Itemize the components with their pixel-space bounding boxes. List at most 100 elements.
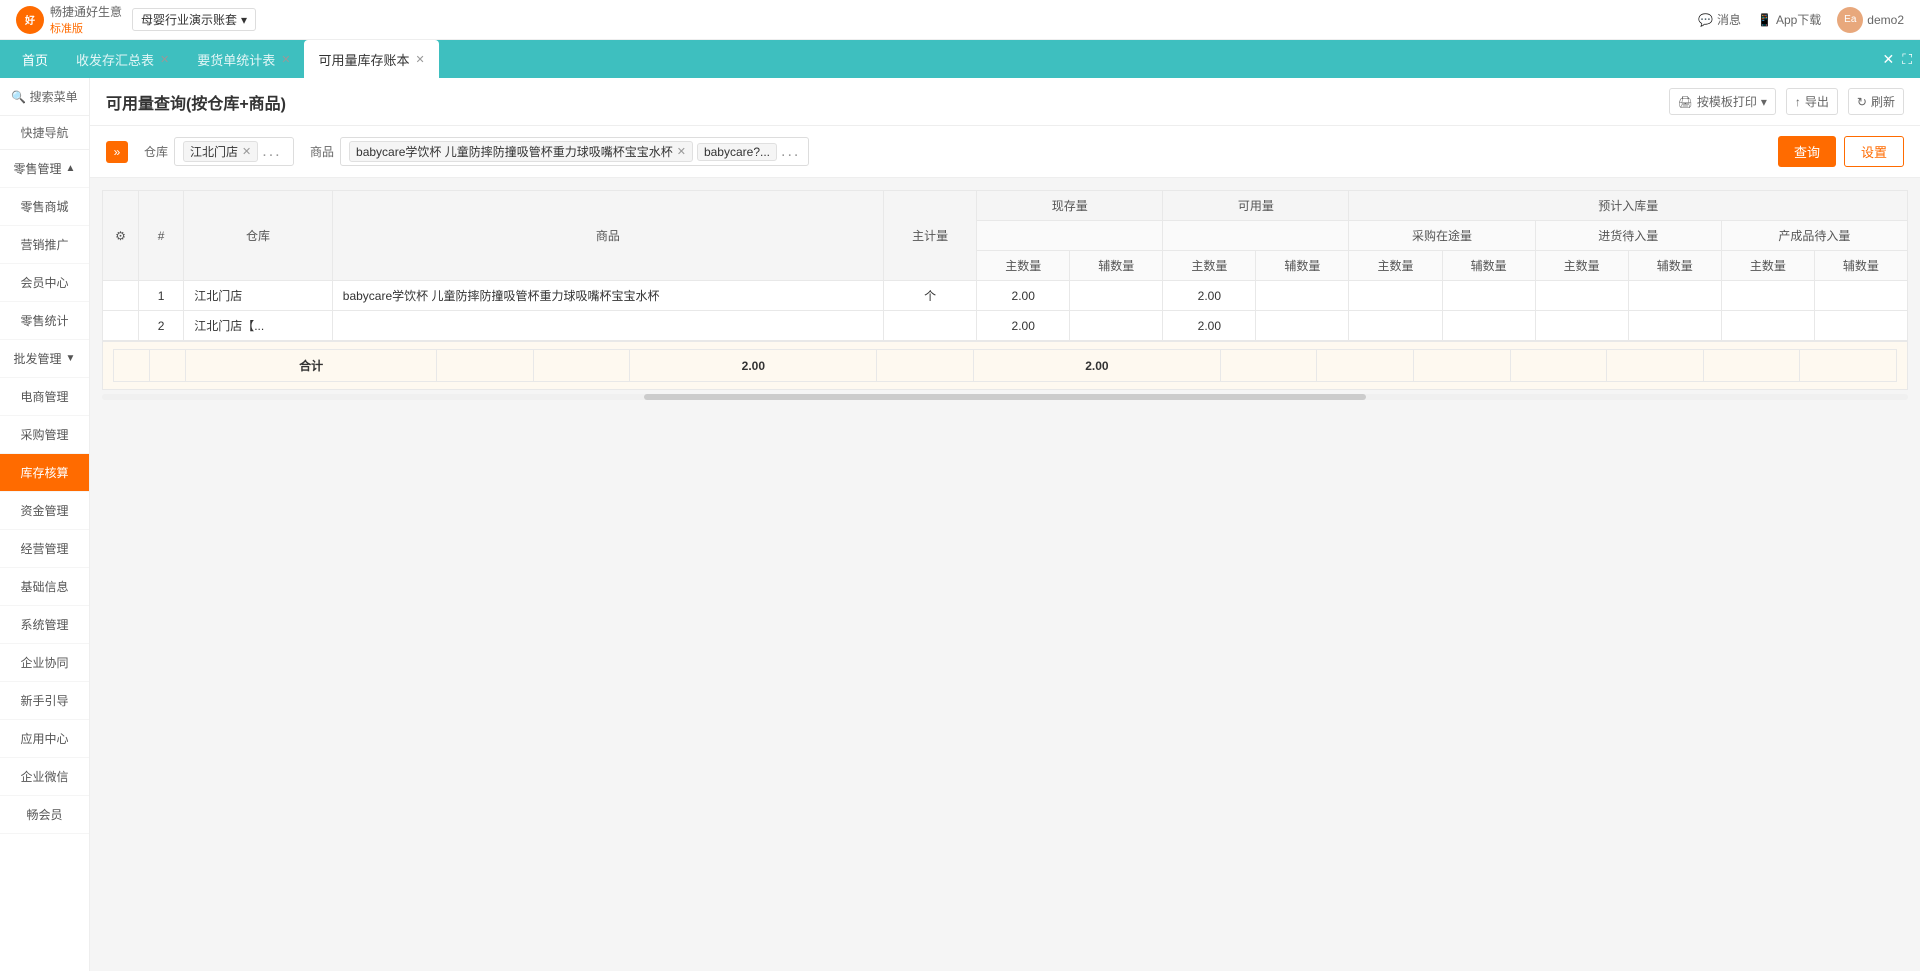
- row-product-main-1: [1721, 311, 1814, 341]
- tab-orders-close[interactable]: ✕: [281, 53, 290, 66]
- tab-available[interactable]: 可用量库存账本 ✕: [304, 40, 438, 78]
- row-available-aux-1: [1256, 311, 1349, 341]
- nav-tabs: 首页 收发存汇总表 ✕ 要货单统计表 ✕ 可用量库存账本 ✕ ✕ ⛶: [0, 40, 1920, 78]
- row-product-0: babycare学饮杯 儿童防摔防撞吸管杯重力球吸嘴杯宝宝水杯: [332, 281, 883, 311]
- col-available-header: 可用量: [1163, 191, 1349, 221]
- filter-more-dots[interactable]: ...: [262, 143, 281, 161]
- chevron-icon: ▲: [66, 163, 76, 174]
- tab-orders[interactable]: 要货单统计表 ✕: [183, 40, 304, 78]
- query-button[interactable]: 查询: [1778, 136, 1836, 167]
- sidebar-item-ops[interactable]: 经营管理: [0, 530, 89, 568]
- sidebar-item-ops-label: 经营管理: [20, 540, 68, 557]
- sidebar-search[interactable]: 🔍 搜索菜单: [0, 78, 89, 116]
- page-actions: 🖨 按模板打印 ▾ ↑ 导出 ↻ 刷新: [1669, 88, 1904, 115]
- app-download-btn[interactable]: 📱 App下载: [1757, 11, 1821, 28]
- current-sub-header: [977, 221, 1163, 251]
- search-icon: 🔍: [11, 90, 26, 104]
- product-tag-1: babycare学饮杯 儿童防摔防撞吸管杯重力球吸嘴杯宝宝水杯 ✕: [349, 141, 693, 162]
- sidebar-item-marketing[interactable]: 营销推广: [0, 226, 89, 264]
- brand-label: 标准版: [50, 20, 122, 36]
- warehouse-tag-text: 江北门店: [190, 143, 238, 160]
- row-available-main-1: 2.00: [1163, 311, 1256, 341]
- filter-expand-btn[interactable]: »: [106, 141, 128, 163]
- available-aux-qty-header: 辅数量: [1256, 251, 1349, 281]
- tab-available-close[interactable]: ✕: [416, 53, 425, 66]
- col-unit-header: 主计量: [884, 191, 977, 281]
- sidebar-item-system[interactable]: 系统管理: [0, 606, 89, 644]
- sidebar-item-system-label: 系统管理: [20, 616, 68, 633]
- col-settings-header[interactable]: ⚙: [103, 191, 139, 281]
- logo-area: 好 畅捷通好生意 标准版: [16, 3, 122, 36]
- sidebar-item-wholesale-label: 批发管理: [14, 350, 62, 367]
- page-header: 可用量查询(按仓库+商品) 🖨 按模板打印 ▾ ↑ 导出 ↻ 刷新: [90, 78, 1920, 126]
- sidebar-item-retail-shop[interactable]: 零售商城: [0, 188, 89, 226]
- export-btn[interactable]: ↑ 导出: [1786, 88, 1838, 115]
- tab-home[interactable]: 首页: [8, 40, 62, 78]
- product-main-qty-header: 主数量: [1721, 251, 1814, 281]
- sidebar-item-enterprise-label: 企业协同: [20, 654, 68, 671]
- footer-current-aux: [877, 350, 974, 382]
- col-forecast-header: 预计入库量: [1349, 191, 1908, 221]
- main-layout: 🔍 搜索菜单 快捷导航 零售管理 ▲ 零售商城 营销推广 会员中心 零售统计 批…: [0, 78, 1920, 971]
- user-area[interactable]: Ea demo2: [1837, 7, 1904, 33]
- table-footer: 合计 2.00 2.00: [102, 341, 1908, 390]
- product-filter-more[interactable]: ...: [781, 143, 800, 161]
- available-sub-header: [1163, 221, 1349, 251]
- nav-close-icon[interactable]: ✕: [1882, 51, 1894, 68]
- warehouse-tag-close[interactable]: ✕: [242, 145, 251, 158]
- print-icon: 🖨: [1678, 95, 1693, 109]
- sidebar-item-basics-label: 基础信息: [20, 578, 68, 595]
- row-unit-1: [884, 311, 977, 341]
- row-settings-1: [103, 311, 139, 341]
- footer-current-main: 2.00: [630, 350, 877, 382]
- sidebar-item-vip[interactable]: 畅会员: [0, 796, 89, 834]
- table-header-row-1: ⚙ # 仓库 商品 主计量 现存量 可用量 预计入库量: [103, 191, 1908, 221]
- row-product-1: [332, 311, 883, 341]
- filter-actions: 查询 设置: [1778, 136, 1904, 167]
- content-area: 可用量查询(按仓库+商品) 🖨 按模板打印 ▾ ↑ 导出 ↻ 刷新 »: [90, 78, 1920, 971]
- row-warehouse-0: 江北门店: [184, 281, 333, 311]
- sidebar-item-wechat[interactable]: 企业微信: [0, 758, 89, 796]
- sidebar-item-member[interactable]: 会员中心: [0, 264, 89, 302]
- refresh-btn[interactable]: ↻ 刷新: [1848, 88, 1904, 115]
- sidebar-item-ecommerce[interactable]: 电商管理: [0, 378, 89, 416]
- avatar: Ea: [1837, 7, 1863, 33]
- current-main-qty-header: 主数量: [977, 251, 1070, 281]
- refresh-icon: ↻: [1857, 95, 1867, 109]
- incoming-aux-qty-header: 辅数量: [1628, 251, 1721, 281]
- store-selector[interactable]: 母婴行业演示账套 ▾: [132, 8, 256, 31]
- sidebar-item-appstore[interactable]: 应用中心: [0, 720, 89, 758]
- sidebar-item-ecommerce-label: 电商管理: [20, 388, 68, 405]
- forecast-incoming-header: 进货待入量: [1535, 221, 1721, 251]
- message-btn[interactable]: 💬 消息: [1698, 11, 1741, 28]
- setting-button[interactable]: 设置: [1844, 136, 1904, 167]
- sidebar-item-retail-shop-label: 零售商城: [20, 198, 68, 215]
- row-incoming-main-0: [1535, 281, 1628, 311]
- filter-bar: » 仓库 江北门店 ✕ ... 商品 babycare学饮杯 儿童防摔防撞吸管杯…: [90, 126, 1920, 178]
- sidebar-item-basics[interactable]: 基础信息: [0, 568, 89, 606]
- table-row: 2 江北门店【... 2.00 2.00: [103, 311, 1908, 341]
- footer-label: 合计: [186, 350, 437, 382]
- warehouse-filter-input[interactable]: 江北门店 ✕ ...: [174, 137, 294, 166]
- sidebar-item-purchase[interactable]: 采购管理: [0, 416, 89, 454]
- sidebar-item-retail-stats[interactable]: 零售统计: [0, 302, 89, 340]
- sidebar-item-newbie[interactable]: 新手引导: [0, 682, 89, 720]
- product-filter-input[interactable]: babycare学饮杯 儿童防摔防撞吸管杯重力球吸嘴杯宝宝水杯 ✕ babyca…: [340, 137, 809, 166]
- sidebar-item-enterprise[interactable]: 企业协同: [0, 644, 89, 682]
- product-tag-1-close[interactable]: ✕: [677, 145, 686, 158]
- row-product-aux-1: [1814, 311, 1907, 341]
- row-product-aux-0: [1814, 281, 1907, 311]
- footer-available-main: 2.00: [973, 350, 1220, 382]
- sidebar-item-finance[interactable]: 资金管理: [0, 492, 89, 530]
- tab-receipts-close[interactable]: ✕: [160, 53, 169, 66]
- product-tag-2-text: babycare?...: [704, 145, 770, 159]
- sidebar-item-inventory[interactable]: 库存核算: [0, 454, 89, 492]
- nav-expand-icon[interactable]: ⛶: [1902, 51, 1912, 68]
- print-btn[interactable]: 🖨 按模板打印 ▾: [1669, 88, 1776, 115]
- sidebar-nav[interactable]: 快捷导航: [0, 116, 89, 150]
- sidebar-item-retail[interactable]: 零售管理 ▲: [0, 150, 89, 188]
- tab-receipts[interactable]: 收发存汇总表 ✕: [62, 40, 183, 78]
- sidebar-item-marketing-label: 营销推广: [20, 236, 68, 253]
- refresh-label: 刷新: [1871, 93, 1895, 110]
- sidebar-item-wholesale[interactable]: 批发管理 ▼: [0, 340, 89, 378]
